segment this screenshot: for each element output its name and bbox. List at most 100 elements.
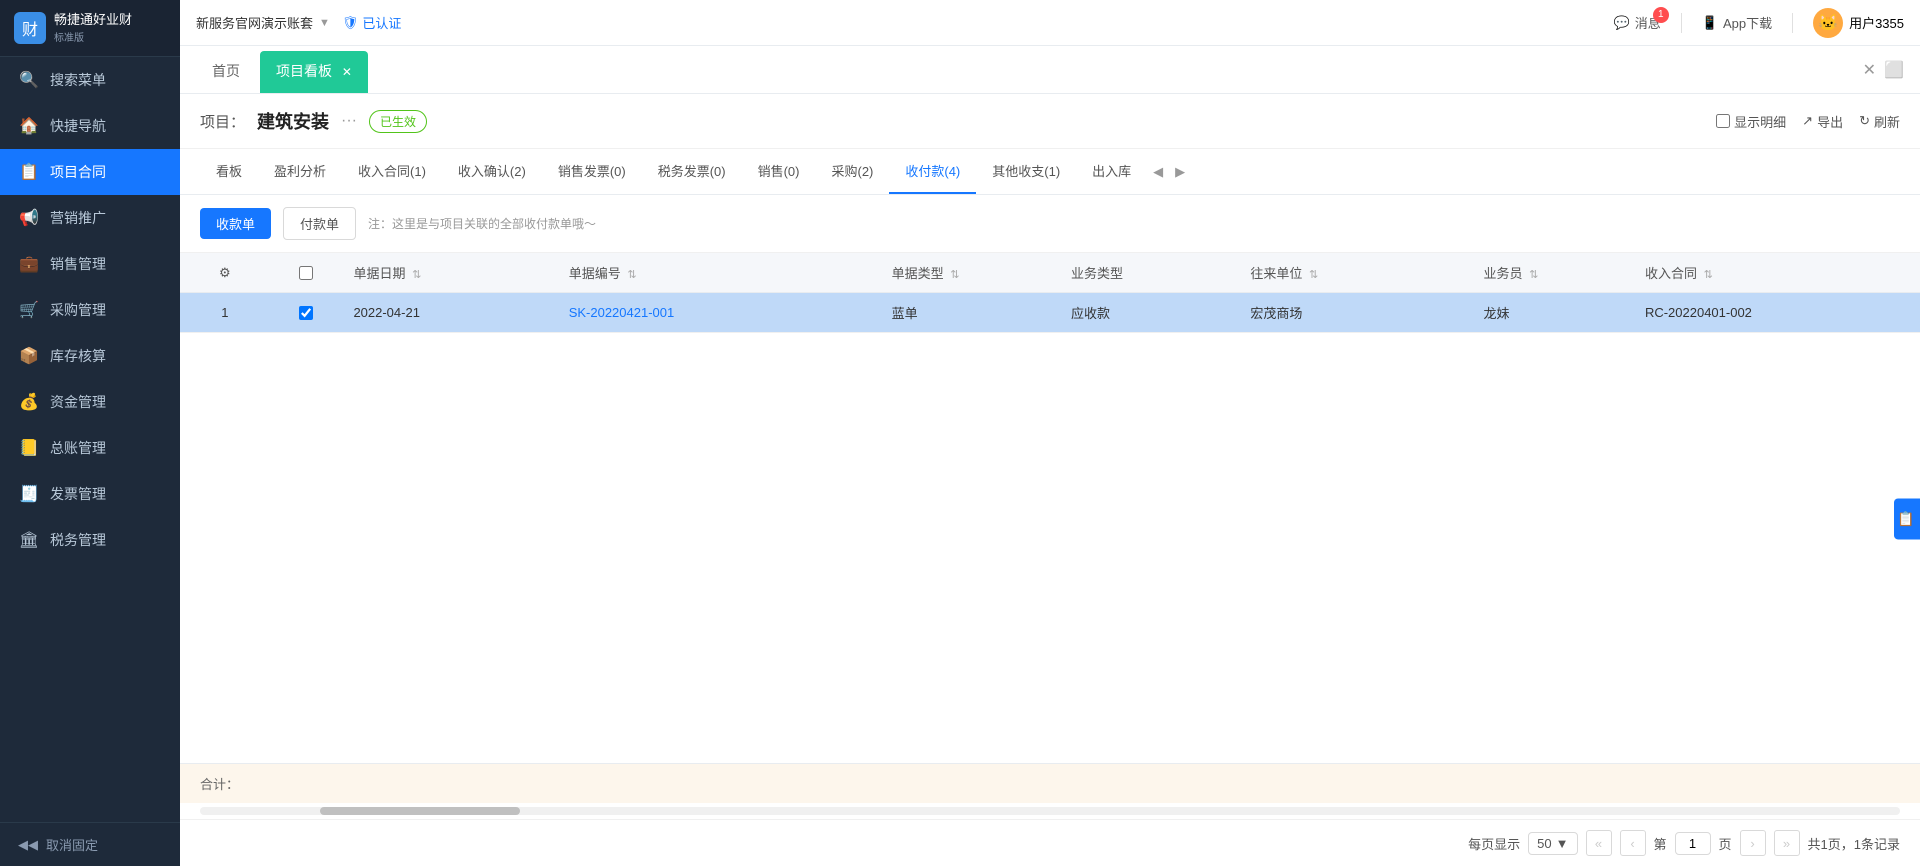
- col-header-date[interactable]: 单据日期 ⇅: [341, 253, 556, 293]
- sidebar-item-7[interactable]: 💰资金管理: [0, 379, 180, 425]
- filter-bar: 收款单 付款单 注：这里是与项目关联的全部收付款单哦～: [180, 195, 1920, 253]
- account-selector[interactable]: 新服务官网演示账套 ▼: [196, 13, 330, 32]
- last-page-button[interactable]: »: [1774, 830, 1800, 856]
- cell-staff: 龙妹: [1472, 293, 1633, 333]
- sidebar-item-1[interactable]: 🏠快捷导航: [0, 103, 180, 149]
- scrollbar-thumb[interactable]: [320, 807, 520, 815]
- project-header-actions: 显示明细 ↗ 导出 ↻ 刷新: [1716, 112, 1900, 131]
- per-page-selector[interactable]: 50 ▼: [1528, 832, 1577, 855]
- col-header-code[interactable]: 单据编号 ⇅: [557, 253, 880, 293]
- col-header-checkbox[interactable]: [270, 253, 342, 293]
- tab-close-icon[interactable]: ✕: [342, 65, 352, 79]
- app-download-button[interactable]: 📱 App下载: [1702, 13, 1772, 32]
- sidebar: 财 畅捷通好业财 标准版 🔍搜索菜单🏠快捷导航📋项目合同📢营销推广💼销售管理🛒采…: [0, 0, 180, 866]
- subtab-4[interactable]: 销售发票(0): [542, 149, 642, 194]
- sidebar-item-4[interactable]: 💼销售管理: [0, 241, 180, 287]
- payment-filter-button[interactable]: 付款单: [283, 207, 356, 240]
- project-name: 建筑安装: [257, 108, 329, 134]
- sidebar-icon-10: 🏛: [18, 530, 40, 550]
- user-label: 用户3355: [1849, 13, 1904, 32]
- sidebar-icon-8: 📒: [18, 438, 40, 458]
- subtab-next-icon[interactable]: ▶: [1169, 152, 1191, 192]
- col-header-biz-type: 业务类型: [1059, 253, 1238, 293]
- sidebar-item-6[interactable]: 📦库存核算: [0, 333, 180, 379]
- prev-page-button[interactable]: ‹: [1620, 830, 1646, 856]
- sidebar-label-4: 销售管理: [50, 254, 106, 274]
- refresh-button[interactable]: ↻ 刷新: [1859, 112, 1900, 131]
- col-header-gear[interactable]: ⚙: [180, 253, 270, 293]
- subtab-3[interactable]: 收入确认(2): [442, 149, 542, 194]
- sidebar-label-7: 资金管理: [50, 392, 106, 412]
- table-row[interactable]: 1 2022-04-21 SK-20220421-001 蓝单 应收款 宏茂商场…: [180, 293, 1920, 333]
- sidebar-item-5[interactable]: 🛒采购管理: [0, 287, 180, 333]
- table-container: ⚙ 单据日期 ⇅ 单据编号 ⇅: [180, 253, 1920, 763]
- col-header-unit[interactable]: 往来单位 ⇅: [1238, 253, 1471, 293]
- first-page-button[interactable]: «: [1586, 830, 1612, 856]
- subtab-7[interactable]: 采购(2): [815, 149, 889, 194]
- messages-button[interactable]: 💬 消息 1: [1614, 13, 1661, 32]
- sidebar-item-10[interactable]: 🏛税务管理: [0, 517, 180, 563]
- topbar-divider-2: [1792, 13, 1793, 33]
- user-menu[interactable]: 🐱 用户3355: [1813, 8, 1904, 38]
- sidebar-icon-0: 🔍: [18, 70, 40, 90]
- doc-code-link[interactable]: SK-20220421-001: [569, 305, 675, 320]
- float-panel-icon: 📋: [1899, 510, 1915, 527]
- subtab-10[interactable]: 出入库: [1076, 149, 1147, 194]
- export-button[interactable]: ↗ 导出: [1802, 112, 1843, 131]
- display-detail-input[interactable]: [1716, 114, 1730, 128]
- col-header-contract[interactable]: 收入合同 ⇅: [1633, 253, 1920, 293]
- subtab-1[interactable]: 盈利分析: [258, 149, 342, 194]
- sort-date-icon: ⇅: [412, 269, 421, 281]
- sort-code-icon: ⇅: [627, 269, 636, 281]
- horizontal-scrollbar[interactable]: [180, 803, 1920, 819]
- per-page-label: 每页显示: [1468, 834, 1520, 853]
- shield-icon: 🛡: [342, 15, 359, 31]
- collection-filter-button[interactable]: 收款单: [200, 208, 271, 239]
- subtab-0[interactable]: 看板: [200, 149, 258, 194]
- sidebar-item-8[interactable]: 📒 总账管理: [0, 425, 180, 471]
- subtab-2[interactable]: 收入合同(1): [342, 149, 442, 194]
- sidebar-label-8: 总账管理: [50, 438, 106, 458]
- col-header-staff[interactable]: 业务员 ⇅: [1472, 253, 1633, 293]
- float-panel-button[interactable]: 📋: [1894, 498, 1920, 539]
- cancel-pin-label: 取消固定: [46, 835, 98, 854]
- tabbar: 首页 项目看板 ✕ ✕ ⬜: [180, 46, 1920, 94]
- close-window-icon[interactable]: ✕: [1863, 60, 1876, 80]
- sidebar-logo: 财 畅捷通好业财 标准版: [0, 0, 180, 57]
- scrollbar-track[interactable]: [200, 807, 1900, 815]
- sidebar-item-9[interactable]: 🧾发票管理: [0, 471, 180, 517]
- table-header-row: ⚙ 单据日期 ⇅ 单据编号 ⇅: [180, 253, 1920, 293]
- cell-code[interactable]: SK-20220421-001: [557, 293, 880, 333]
- subtab-5[interactable]: 税务发票(0): [642, 149, 742, 194]
- topbar-right: 💬 消息 1 📱 App下载 🐱 用户3355: [1614, 8, 1904, 38]
- sidebar-item-2[interactable]: 📋项目合同: [0, 149, 180, 195]
- current-page-input[interactable]: [1675, 832, 1711, 855]
- first-page-icon: «: [1595, 836, 1602, 851]
- select-all-checkbox[interactable]: [299, 266, 313, 280]
- topbar-divider-1: [1681, 13, 1682, 33]
- subtab-prev-icon[interactable]: ◀: [1147, 152, 1169, 192]
- cell-checkbox[interactable]: [270, 293, 342, 333]
- per-page-arrow-icon: ▼: [1556, 836, 1569, 851]
- sidebar-item-3[interactable]: 📢营销推广: [0, 195, 180, 241]
- page-prefix-label: 第: [1654, 834, 1667, 853]
- maximize-window-icon[interactable]: ⬜: [1884, 60, 1904, 80]
- table-footer-total: 合计：: [180, 763, 1920, 803]
- tab-home[interactable]: 首页: [196, 51, 256, 93]
- subtab-6[interactable]: 销售(0): [742, 149, 816, 194]
- sort-staff-icon: ⇅: [1529, 269, 1538, 281]
- cell-unit: 宏茂商场: [1238, 293, 1471, 333]
- subtab-9[interactable]: 其他收支(1): [976, 149, 1076, 194]
- next-page-button[interactable]: ›: [1740, 830, 1766, 856]
- row-checkbox[interactable]: [299, 306, 313, 320]
- cell-biz-type: 应收款: [1059, 293, 1238, 333]
- tab-project-board[interactable]: 项目看板 ✕: [260, 51, 368, 93]
- display-detail-checkbox[interactable]: 显示明细: [1716, 112, 1786, 131]
- pin-icon: ◀◀: [18, 837, 38, 853]
- sidebar-item-0[interactable]: 🔍搜索菜单: [0, 57, 180, 103]
- main-area: 新服务官网演示账套 ▼ 🛡 已认证 💬 消息 1 📱 App下载 🐱 用: [180, 0, 1920, 866]
- col-header-doc-type[interactable]: 单据类型 ⇅: [880, 253, 1059, 293]
- subtab-8[interactable]: 收付款(4): [889, 149, 976, 194]
- cancel-pin-button[interactable]: ◀◀ 取消固定: [0, 822, 180, 866]
- project-more-icon[interactable]: ···: [341, 112, 357, 130]
